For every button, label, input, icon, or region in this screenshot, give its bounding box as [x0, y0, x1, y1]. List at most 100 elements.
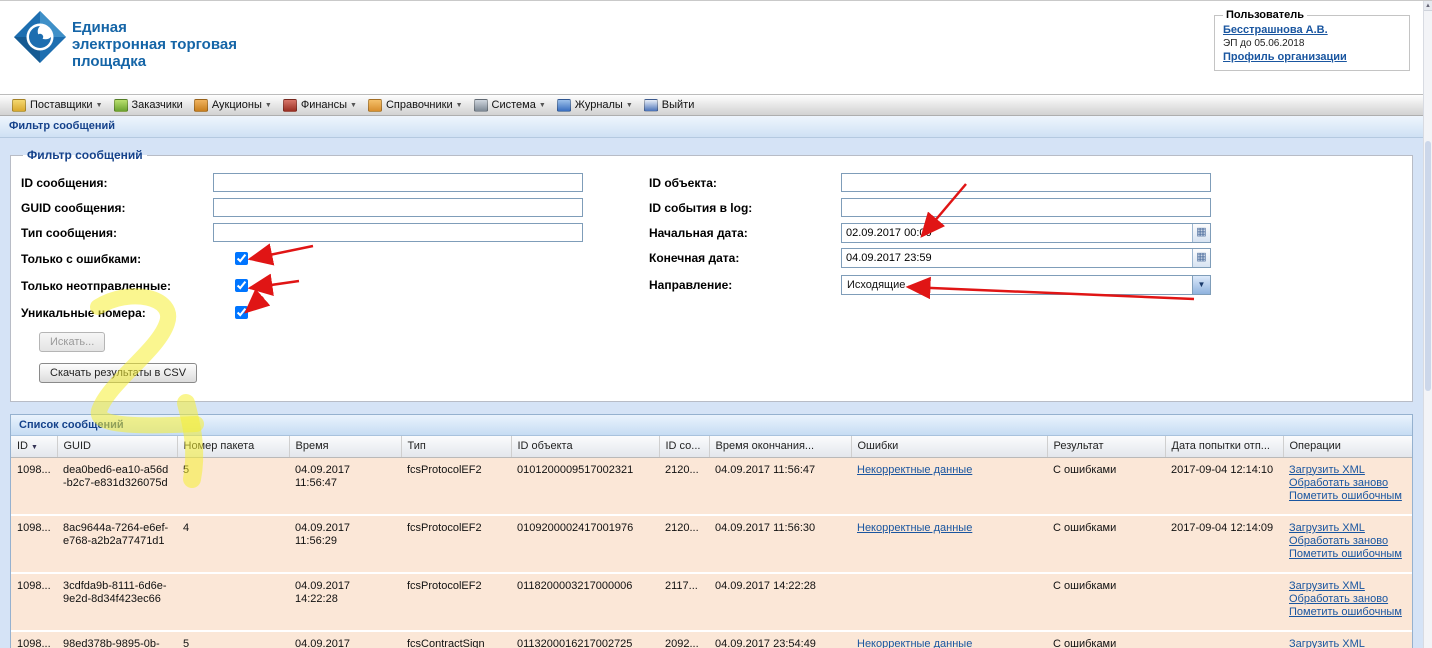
col-header-object-id[interactable]: ID объекта	[511, 436, 660, 458]
chevron-down-icon: ▼	[1192, 275, 1210, 294]
menu-item-label: Система	[491, 99, 536, 111]
unique-numbers-label: Уникальные номера:	[21, 305, 146, 320]
message-guid-input[interactable]	[213, 198, 583, 217]
table-header-row: ID ▼ GUID Номер пакета Время Тип ID объек…	[11, 436, 1412, 458]
message-id-input[interactable]	[213, 173, 583, 192]
menu-item-suppliers[interactable]: Поставщики ▼	[8, 95, 110, 115]
cell-errors: Некорректные данные	[851, 515, 1047, 574]
cell-attempt_date	[1165, 631, 1283, 648]
col-header-time[interactable]: Время	[289, 436, 402, 458]
cell-guid: 98ed378b-9895-0b-7...	[57, 631, 177, 648]
cell-type: fcsContractSign	[401, 631, 511, 648]
col-header-end-time[interactable]: Время окончания...	[709, 436, 852, 458]
cell-end_time: 04.09.2017 11:56:30	[709, 515, 851, 574]
filter-panel: Фильтр сообщений ID сообщения: GUID сооб…	[10, 148, 1413, 402]
message-guid-label: GUID сообщения:	[21, 200, 126, 215]
operation-link[interactable]: Пометить ошибочным	[1289, 490, 1407, 503]
object-id-input[interactable]	[841, 173, 1211, 192]
cell-result: С ошибками	[1047, 631, 1165, 648]
cell-object_id: 0101200009517002321	[511, 457, 659, 516]
message-id-label: ID сообщения:	[21, 175, 108, 190]
menu-item-finances[interactable]: Финансы ▼	[279, 95, 364, 115]
direction-label: Направление:	[649, 277, 733, 292]
col-header-guid[interactable]: GUID	[57, 436, 178, 458]
cell-packet: 4	[177, 515, 289, 574]
object-id-label: ID объекта:	[649, 175, 717, 190]
cell-id: 1098...	[11, 515, 57, 574]
operation-link[interactable]: Загрузить XML	[1289, 522, 1407, 535]
col-header-id[interactable]: ID ▼	[11, 436, 58, 458]
direction-value: Исходящие	[847, 278, 906, 291]
cell-end_time: 04.09.2017 11:56:47	[709, 457, 851, 516]
messages-panel: Список сообщений ID ▼ GUID Номер пакета В…	[10, 414, 1413, 648]
cell-id_co: 2120...	[659, 457, 709, 516]
error-link[interactable]: Некорректные данные	[857, 522, 972, 534]
download-csv-button[interactable]: Скачать результаты в CSV	[39, 363, 198, 383]
operation-link[interactable]: Обработать заново	[1289, 593, 1407, 606]
messages-table: ID ▼ GUID Номер пакета Время Тип ID объек…	[11, 436, 1412, 648]
table-row: 1098... dea0bed6-ea10-a56d-b2c7-e831d3260…	[11, 457, 1412, 516]
operation-link[interactable]: Обработать заново	[1289, 477, 1407, 490]
cell-time: 04.09.2017 11:56:29	[289, 515, 401, 574]
customers-icon	[113, 98, 128, 112]
cell-result: С ошибками	[1047, 457, 1165, 516]
unique-numbers-checkbox[interactable]	[235, 306, 248, 319]
menu-item-auctions[interactable]: Аукционы ▼	[190, 95, 279, 115]
etp-logo-icon	[12, 9, 68, 68]
col-header-result[interactable]: Результат	[1047, 436, 1166, 458]
cell-guid: 8ac9644a-7264-e6ef-e768-a2b2a77471d1	[57, 515, 177, 574]
message-type-input[interactable]	[213, 223, 583, 242]
org-profile-link[interactable]: Профиль организации	[1223, 50, 1401, 64]
calendar-icon[interactable]: ▦	[1192, 248, 1210, 267]
operation-link[interactable]: Загрузить XML	[1289, 638, 1407, 648]
menu-item-journals[interactable]: Журналы ▼	[553, 95, 640, 115]
user-name-link[interactable]: Бесстрашнова А.В.	[1223, 23, 1401, 37]
menu-item-system[interactable]: Система ▼	[470, 95, 553, 115]
operation-link[interactable]: Пометить ошибочным	[1289, 606, 1407, 619]
col-header-type[interactable]: Тип	[401, 436, 512, 458]
menu-item-directories[interactable]: Справочники ▼	[364, 95, 470, 115]
operation-link[interactable]: Загрузить XML	[1289, 464, 1407, 477]
calendar-icon[interactable]: ▦	[1192, 223, 1210, 242]
system-icon	[473, 98, 488, 112]
unsent-only-checkbox[interactable]	[235, 279, 248, 292]
menu-item-label: Поставщики	[30, 99, 93, 111]
auctions-icon	[193, 98, 208, 112]
operation-link[interactable]: Загрузить XML	[1289, 580, 1407, 593]
menu-item-customers[interactable]: Заказчики	[110, 95, 190, 115]
messages-panel-title: Список сообщений	[11, 415, 1412, 436]
scroll-up-icon[interactable]: ▲	[1424, 1, 1432, 11]
message-type-label: Тип сообщения:	[21, 225, 117, 240]
cell-packet: 5	[177, 457, 289, 516]
col-header-packet[interactable]: Номер пакета	[177, 436, 290, 458]
operation-link[interactable]: Пометить ошибочным	[1289, 548, 1407, 561]
unsent-only-label: Только неотправленные:	[21, 278, 171, 293]
start-date-label: Начальная дата:	[649, 225, 748, 240]
log-event-id-input[interactable]	[841, 198, 1211, 217]
col-header-attempt-date[interactable]: Дата попытки отп...	[1165, 436, 1284, 458]
search-button[interactable]: Искать...	[39, 332, 106, 352]
error-link[interactable]: Некорректные данные	[857, 638, 972, 648]
cell-time: 04.09.2017 14:22:28	[289, 573, 401, 632]
cell-result: С ошибками	[1047, 515, 1165, 574]
error-link[interactable]: Некорректные данные	[857, 464, 972, 476]
direction-select[interactable]: Исходящие ▼	[841, 274, 1211, 295]
scrollbar-thumb[interactable]	[1425, 141, 1431, 391]
table-row: 1098... 8ac9644a-7264-e6ef-e768-a2b2a7747…	[11, 515, 1412, 574]
menu-item-label: Журналы	[574, 99, 623, 111]
cell-guid: dea0bed6-ea10-a56d-b2c7-e831d326075d	[57, 457, 177, 516]
menu-item-exit[interactable]: Выйти	[640, 95, 702, 115]
cell-errors: Некорректные данные	[851, 631, 1047, 648]
vertical-scrollbar[interactable]: ▲	[1423, 1, 1432, 648]
col-header-errors[interactable]: Ошибки	[851, 436, 1048, 458]
col-header-id-co[interactable]: ID со...	[659, 436, 710, 458]
etp-page: Единая электронная торговая площадка Пол…	[0, 0, 1432, 648]
errors-only-checkbox[interactable]	[235, 252, 248, 265]
chevron-down-icon: ▼	[350, 101, 357, 109]
col-header-operations[interactable]: Операции	[1283, 436, 1412, 458]
operation-link[interactable]: Обработать заново	[1289, 535, 1407, 548]
end-date-input[interactable]	[841, 247, 1211, 268]
chevron-down-icon: ▼	[625, 101, 633, 109]
start-date-input[interactable]	[841, 222, 1211, 243]
cell-ops: Загрузить XMLОбработать зановоПометить о…	[1283, 631, 1412, 648]
